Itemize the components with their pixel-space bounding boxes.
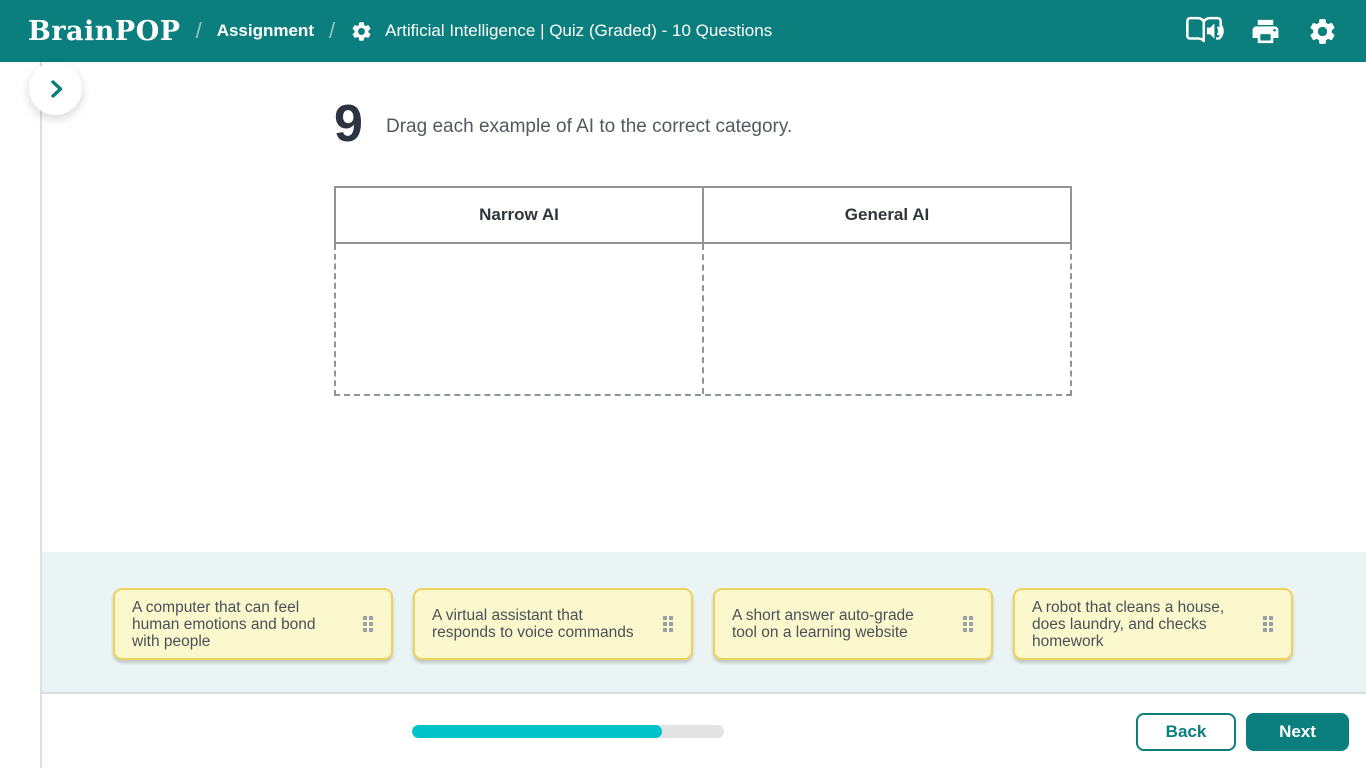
- top-bar: BrainPOP / Assignment / Artificial Intel…: [0, 0, 1366, 62]
- quiz-page: BrainPOP / Assignment / Artificial Intel…: [0, 0, 1366, 768]
- draggable-card[interactable]: A short answer auto-grade tool on a lear…: [713, 588, 993, 660]
- breadcrumb-assignment[interactable]: Assignment: [217, 21, 314, 41]
- topbar-actions: [1184, 14, 1338, 48]
- drag-handle-icon[interactable]: [1263, 616, 1273, 632]
- dropzone-row: [334, 244, 1072, 396]
- category-table: Narrow AI General AI: [334, 186, 1072, 396]
- question-prompt: Drag each example of AI to the correct c…: [386, 116, 793, 137]
- chevron-right-icon: [44, 77, 68, 101]
- drag-handle-icon[interactable]: [663, 616, 673, 632]
- next-button[interactable]: Next: [1246, 713, 1349, 751]
- dropzone-narrow-ai[interactable]: [336, 244, 704, 394]
- card-text: A computer that can feel human emotions …: [132, 598, 316, 650]
- brainpop-logo[interactable]: BrainPOP: [28, 16, 181, 47]
- quiz-progress-bar: [412, 725, 724, 738]
- breadcrumb-separator: /: [328, 18, 336, 43]
- breadcrumb-separator: /: [195, 18, 202, 43]
- sidebar-expand-button[interactable]: [29, 62, 82, 115]
- draggable-card[interactable]: A virtual assistant that responds to voi…: [413, 588, 693, 660]
- card-text: A virtual assistant that responds to voi…: [432, 607, 634, 641]
- draggable-card[interactable]: A robot that cleans a house, does laundr…: [1013, 588, 1293, 660]
- progress-fill: [412, 725, 662, 738]
- print-icon[interactable]: [1250, 16, 1281, 47]
- back-button[interactable]: Back: [1136, 713, 1236, 751]
- question-number: 9: [334, 95, 363, 153]
- drag-handle-icon[interactable]: [363, 616, 373, 632]
- card-text: A short answer auto-grade tool on a lear…: [732, 607, 914, 641]
- card-tray: A computer that can feel human emotions …: [42, 552, 1366, 694]
- settings-gear-icon[interactable]: [1307, 16, 1338, 47]
- drag-handle-icon[interactable]: [963, 616, 973, 632]
- category-header-narrow-ai: Narrow AI: [336, 188, 704, 242]
- quiz-title: Artificial Intelligence | Quiz (Graded) …: [385, 21, 773, 40]
- category-header-row: Narrow AI General AI: [334, 186, 1072, 244]
- card-text: A robot that cleans a house, does laundr…: [1032, 598, 1225, 650]
- draggable-card[interactable]: A computer that can feel human emotions …: [113, 588, 393, 660]
- read-aloud-icon[interactable]: [1184, 14, 1224, 48]
- category-header-general-ai: General AI: [844, 205, 930, 224]
- dropzone-general-ai[interactable]: [704, 244, 1070, 394]
- quiz-type-gear-icon: [350, 20, 373, 43]
